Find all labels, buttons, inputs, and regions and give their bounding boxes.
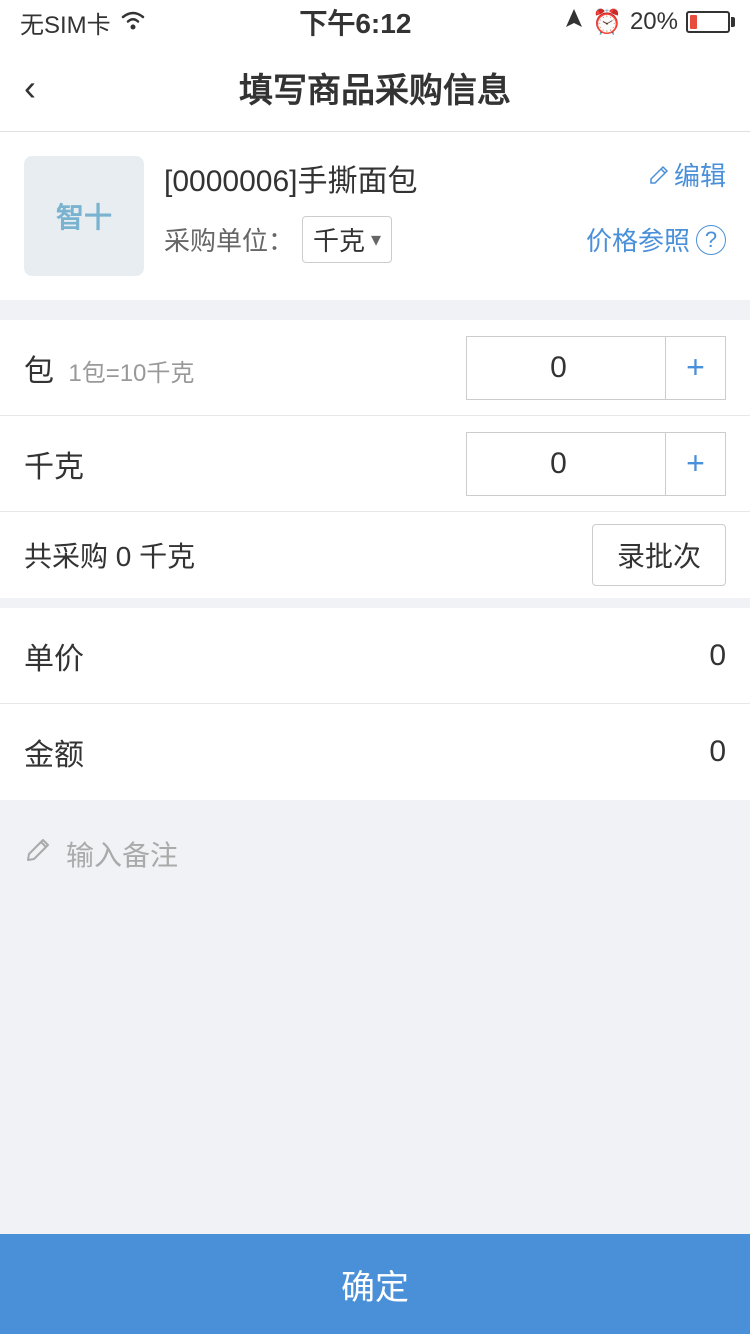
unit-select[interactable]: 千克 ▾ <box>302 216 392 263</box>
status-bar: 无SIM卡 下午6:12 ⏰ 20% <box>0 0 750 44</box>
pencil-icon <box>24 836 52 871</box>
kg-input-row: 千克 + <box>0 416 750 512</box>
bag-hint: 1包=10千克 <box>68 360 194 387</box>
bag-plus-button[interactable]: + <box>666 336 726 400</box>
bag-input-row: 包 1包=10千克 + <box>0 320 750 416</box>
bottom-space <box>0 930 750 1030</box>
back-button[interactable]: ‹ <box>24 67 36 109</box>
product-unit-row: 采购单位： 千克 ▾ 价格参照 ? <box>164 216 726 263</box>
price-section: 单价 0 金额 0 <box>0 608 750 810</box>
kg-input-box: + <box>466 432 726 496</box>
alarm-icon: ⏰ <box>592 8 622 37</box>
status-right: ⏰ 20% <box>564 7 730 38</box>
amount-row: 金额 0 <box>0 704 750 800</box>
bag-input-box: + <box>466 336 726 400</box>
unit-price-row: 单价 0 <box>0 608 750 704</box>
product-header: [0000006]手撕面包 编辑 <box>164 156 726 200</box>
amount-value: 0 <box>709 735 726 769</box>
total-row: 共采购 0 千克 录批次 <box>0 512 750 608</box>
unit-price-value: 0 <box>709 639 726 673</box>
battery-icon <box>686 11 730 33</box>
confirm-button[interactable]: 确定 <box>0 1234 750 1334</box>
bag-quantity-input[interactable] <box>466 336 666 400</box>
unit-value: 千克 <box>313 221 365 258</box>
input-section: 包 1包=10千克 + 千克 + <box>0 320 750 512</box>
batch-button[interactable]: 录批次 <box>592 524 726 586</box>
total-text: 共采购 0 千克 <box>24 535 195 575</box>
product-thumb-text: 智十 <box>56 196 112 236</box>
total-label: 共采购 0 千克 <box>24 541 195 572</box>
price-ref-button[interactable]: 价格参照 ? <box>586 221 726 258</box>
remark-section[interactable]: 输入备注 <box>0 810 750 930</box>
kg-quantity-input[interactable] <box>466 432 666 496</box>
unit-dropdown-arrow: ▾ <box>371 227 381 252</box>
product-card: 智十 [0000006]手撕面包 编辑 采购单位： 千克 ▾ 价格参照 <box>0 132 750 310</box>
location-icon <box>564 7 584 38</box>
remark-placeholder: 输入备注 <box>66 834 178 874</box>
signal-label: 无SIM卡 <box>20 5 111 40</box>
product-info: [0000006]手撕面包 编辑 采购单位： 千克 ▾ 价格参照 ? <box>164 156 726 263</box>
unit-label: 采购单位： <box>164 221 294 258</box>
status-time: 下午6:12 <box>299 2 411 42</box>
edit-label: 编辑 <box>674 156 726 193</box>
amount-label: 金额 <box>24 730 709 774</box>
kg-label: 千克 <box>24 442 466 486</box>
section-separator-1 <box>0 310 750 320</box>
kg-plus-button[interactable]: + <box>666 432 726 496</box>
price-ref-label: 价格参照 <box>586 221 690 258</box>
wifi-icon <box>119 8 147 37</box>
bag-label: 包 1包=10千克 <box>24 346 466 390</box>
nav-bar: ‹ 填写商品采购信息 <box>0 44 750 132</box>
product-thumbnail: 智十 <box>24 156 144 276</box>
unit-price-label: 单价 <box>24 634 709 678</box>
battery-pct: 20% <box>630 8 678 36</box>
edit-button[interactable]: 编辑 <box>648 156 726 193</box>
product-name: [0000006]手撕面包 <box>164 156 417 200</box>
page-title: 填写商品采购信息 <box>239 63 511 112</box>
price-ref-help-icon: ? <box>696 225 726 255</box>
status-left: 无SIM卡 <box>20 5 147 40</box>
